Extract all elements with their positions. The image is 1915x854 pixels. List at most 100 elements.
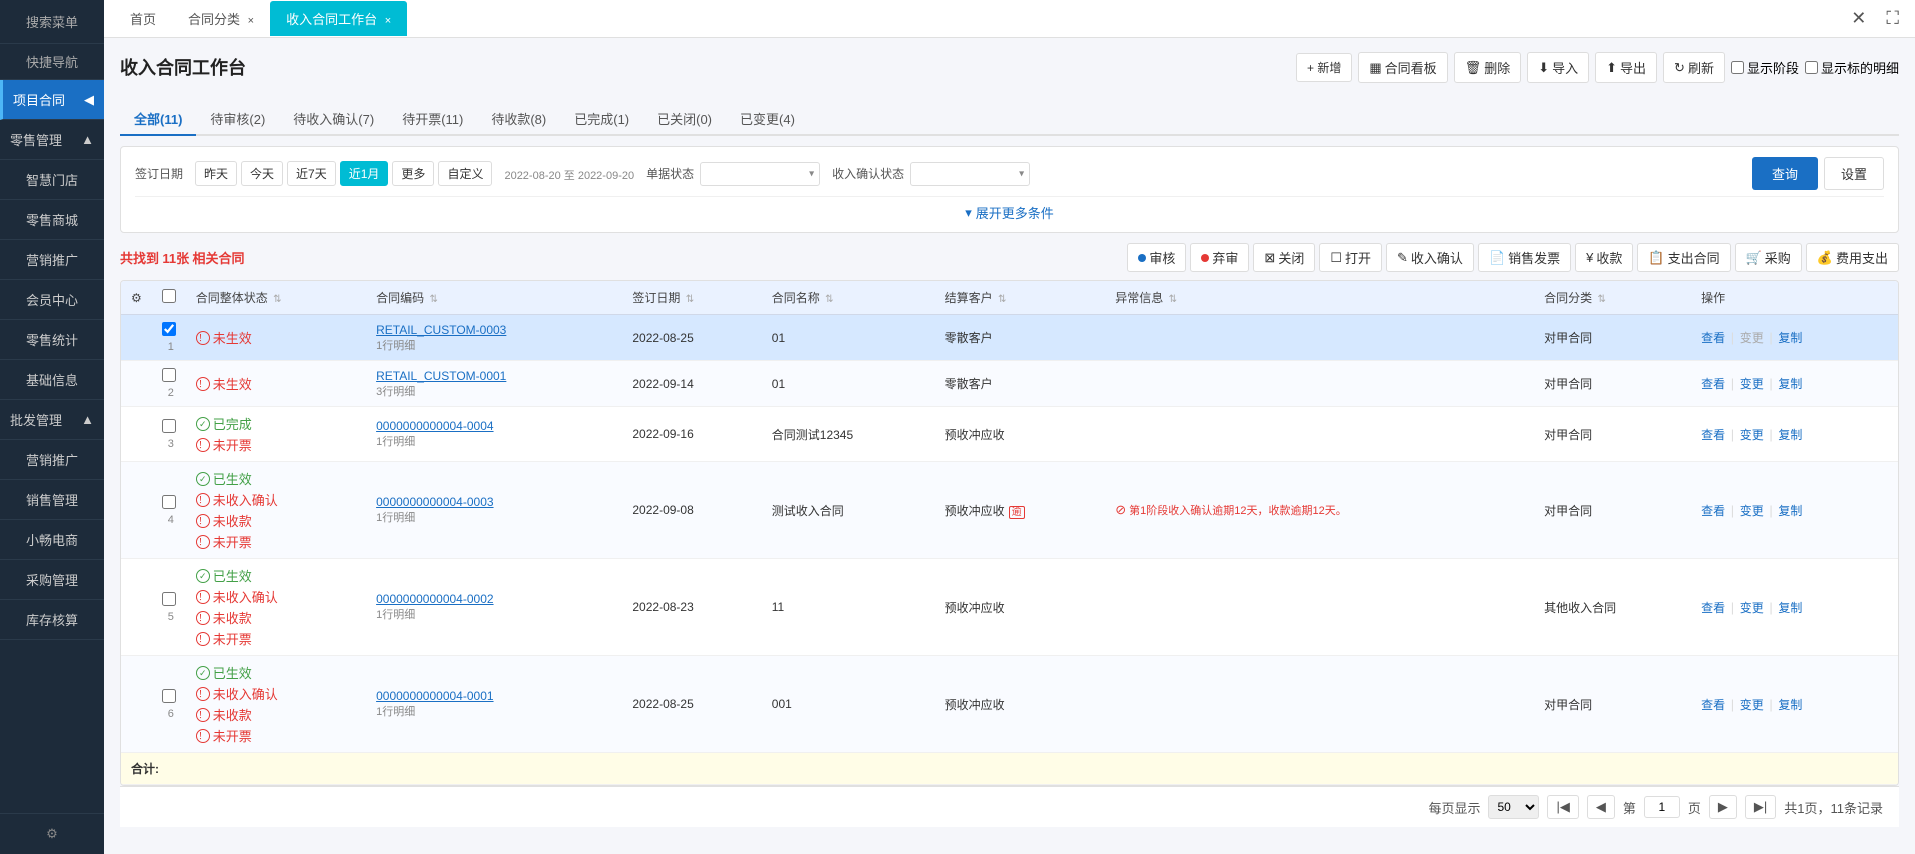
op-btn-变更[interactable]: 变更 (1740, 377, 1764, 391)
collection-button[interactable]: ¥ 收款 (1575, 243, 1633, 272)
sidebar-item-retail2[interactable]: 零售商城 (0, 200, 104, 240)
row-checkbox[interactable] (162, 322, 176, 336)
refresh-button[interactable]: ↻ 刷新 (1663, 52, 1725, 83)
status-tab-pending-confirm[interactable]: 待收入确认(7) (279, 103, 388, 136)
row-checkbox[interactable] (162, 368, 176, 382)
sidebar-item-wholesale[interactable]: 批发管理 ▲ (0, 400, 104, 440)
status-tab-completed[interactable]: 已完成(1) (560, 103, 643, 136)
show-stage-checkbox[interactable] (1731, 61, 1744, 74)
page-first-button[interactable]: |◀ (1547, 795, 1578, 819)
op-btn-变更[interactable]: 变更 (1740, 698, 1764, 712)
expand-filter-button[interactable]: ▾ 展开更多条件 (135, 196, 1884, 222)
op-btn-查看[interactable]: 查看 (1701, 428, 1725, 442)
sidebar-settings[interactable]: ⚙ (0, 813, 104, 854)
contract-code-link[interactable]: RETAIL_CUSTOM-0003 (376, 323, 506, 337)
op-btn-复制[interactable]: 复制 (1778, 601, 1802, 615)
row-checkbox[interactable] (162, 419, 176, 433)
sidebar-item-marketing2[interactable]: 营销推广 (0, 440, 104, 480)
add-button[interactable]: + 新增 (1296, 53, 1352, 82)
op-btn-查看[interactable]: 查看 (1701, 601, 1725, 615)
income-confirm-button[interactable]: ✎ 收入确认 (1386, 243, 1474, 272)
sidebar-item-basic[interactable]: 基础信息 (0, 360, 104, 400)
sidebar-item-marketing[interactable]: 营销推广 (0, 240, 104, 280)
show-label-checkbox[interactable] (1805, 61, 1818, 74)
sales-invoice-button[interactable]: 📄 销售发票 (1478, 243, 1571, 272)
op-btn-查看[interactable]: 查看 (1701, 331, 1725, 345)
show-stage-checkbox-label[interactable]: 显示阶段 (1731, 58, 1799, 77)
expense-button[interactable]: 💰 费用支出 (1806, 243, 1899, 272)
date-btn-yesterday[interactable]: 昨天 (195, 161, 237, 186)
status-tab-changed[interactable]: 已变更(4) (726, 103, 809, 136)
open-button[interactable]: ☐ 打开 (1319, 243, 1382, 272)
row-checkbox[interactable] (162, 592, 176, 606)
sidebar-item-smart[interactable]: 智慧门店 (0, 160, 104, 200)
abandon-button[interactable]: 弃审 (1190, 243, 1249, 272)
row-checkbox[interactable] (162, 495, 176, 509)
export-button[interactable]: ⬆ 导出 (1595, 52, 1657, 83)
sidebar-item-member[interactable]: 会员中心 (0, 280, 104, 320)
delete-button[interactable]: 🗑 删除 (1454, 52, 1522, 83)
window-maximize-button[interactable]: ⛶ (1880, 6, 1905, 31)
income-status-select[interactable] (910, 162, 1030, 186)
status-tab-all[interactable]: 全部(11) (120, 103, 196, 136)
op-btn-变更[interactable]: 变更 (1740, 504, 1764, 518)
date-btn-7days[interactable]: 近7天 (287, 161, 336, 186)
import-button[interactable]: ⬇ 导入 (1527, 52, 1589, 83)
review-button[interactable]: 审核 (1127, 243, 1186, 272)
date-btn-1month[interactable]: 近1月 (340, 161, 389, 186)
row-checkbox[interactable] (162, 689, 176, 703)
op-btn-查看[interactable]: 查看 (1701, 377, 1725, 391)
board-button[interactable]: ▦ 合同看板 (1358, 52, 1447, 83)
op-btn-复制[interactable]: 复制 (1778, 377, 1802, 391)
op-btn-查看[interactable]: 查看 (1701, 504, 1725, 518)
sidebar-item-stock[interactable]: 库存核算 (0, 600, 104, 640)
sidebar-item-sales[interactable]: 销售管理 (0, 480, 104, 520)
page-prev-button[interactable]: ◀ (1587, 795, 1615, 819)
window-close-button[interactable]: ✕ (1845, 6, 1872, 31)
sidebar-search[interactable]: 搜索菜单 (0, 0, 104, 44)
per-page-select[interactable]: 50 100 200 (1488, 795, 1539, 819)
th-checkbox[interactable] (152, 281, 186, 315)
sidebar-item-stats[interactable]: 零售统计 (0, 320, 104, 360)
op-btn-变更[interactable]: 变更 (1740, 428, 1764, 442)
op-btn-复制[interactable]: 复制 (1778, 504, 1802, 518)
sidebar-item-retail[interactable]: 零售管理 ▲ (0, 120, 104, 160)
sidebar-item-purchase[interactable]: 采购管理 (0, 560, 104, 600)
date-btn-custom[interactable]: 自定义 (438, 161, 492, 186)
op-btn-变更[interactable]: 变更 (1740, 601, 1764, 615)
date-btn-more[interactable]: 更多 (392, 161, 434, 186)
doc-status-select[interactable] (700, 162, 820, 186)
tab-contract-type-close[interactable]: × (248, 15, 254, 27)
date-btn-today[interactable]: 今天 (241, 161, 283, 186)
show-label-checkbox-label[interactable]: 显示标的明细 (1805, 58, 1899, 77)
page-next-button[interactable]: ▶ (1709, 795, 1737, 819)
expense-contract-button[interactable]: 📋 支出合同 (1637, 243, 1730, 272)
contract-code-link[interactable]: 0000000000004-0001 (376, 689, 493, 703)
op-btn-查看[interactable]: 查看 (1701, 698, 1725, 712)
op-btn-复制[interactable]: 复制 (1778, 698, 1802, 712)
purchase-button[interactable]: 🛒 采购 (1735, 243, 1802, 272)
close-contract-button[interactable]: ⊠ 关闭 (1253, 243, 1315, 272)
status-tab-pending-review[interactable]: 待审核(2) (196, 103, 279, 136)
sidebar-item-project[interactable]: 项目合同 ◀ (0, 80, 104, 120)
status-tab-pending-payment[interactable]: 待收款(8) (477, 103, 560, 136)
page-last-button[interactable]: ▶| (1745, 795, 1776, 819)
select-all-checkbox[interactable] (162, 289, 176, 303)
contract-code-link[interactable]: 0000000000004-0004 (376, 419, 493, 433)
sidebar-item-ecom[interactable]: 小畅电商 (0, 520, 104, 560)
op-btn-复制[interactable]: 复制 (1778, 428, 1802, 442)
query-button[interactable]: 查询 (1752, 157, 1818, 190)
set-button[interactable]: 设置 (1824, 157, 1884, 190)
sidebar-quick-nav[interactable]: 快捷导航 (0, 44, 104, 80)
tab-income-contract[interactable]: 收入合同工作台 × (270, 1, 407, 36)
contract-code-link[interactable]: 0000000000004-0002 (376, 592, 493, 606)
tab-contract-type[interactable]: 合同分类 × (172, 1, 270, 36)
page-input[interactable] (1644, 796, 1680, 818)
status-tab-closed[interactable]: 已关闭(0) (643, 103, 726, 136)
op-btn-变更[interactable]: 变更 (1740, 331, 1764, 345)
th-settings[interactable]: ⚙ (121, 281, 152, 315)
tab-income-contract-close[interactable]: × (385, 15, 391, 27)
tab-home[interactable]: 首页 (114, 1, 172, 36)
contract-code-link[interactable]: 0000000000004-0003 (376, 495, 493, 509)
contract-code-link[interactable]: RETAIL_CUSTOM-0001 (376, 369, 506, 383)
